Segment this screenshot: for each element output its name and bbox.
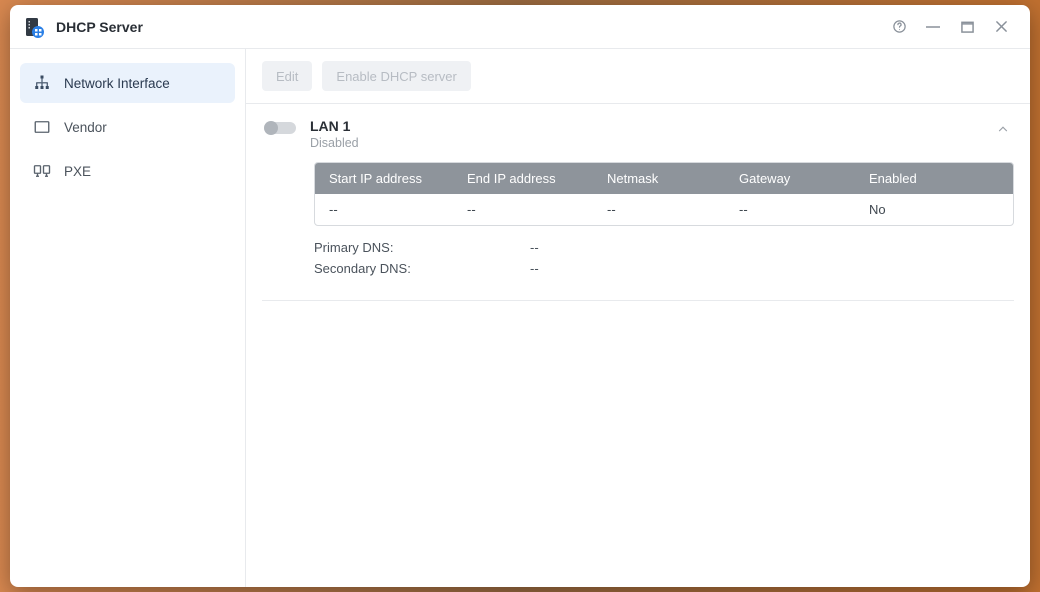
td-enabled: No: [855, 194, 1013, 225]
table-row[interactable]: -- -- -- -- No: [315, 194, 1013, 225]
chevron-up-icon: [996, 122, 1010, 136]
td-gateway: --: [725, 194, 855, 225]
th-end-ip: End IP address: [453, 163, 593, 194]
main-panel: Edit Enable DHCP server LAN 1 Disabled: [246, 49, 1030, 587]
sidebar-item-vendor[interactable]: Vendor: [20, 107, 235, 147]
interface-card-body: Start IP address End IP address Netmask …: [262, 162, 1014, 276]
collapse-toggle[interactable]: [992, 118, 1014, 143]
th-enabled: Enabled: [855, 163, 1013, 194]
dns-primary-value: --: [530, 240, 539, 255]
dns-primary-label: Primary DNS:: [314, 240, 530, 255]
sidebar: Network Interface Vendor: [10, 49, 246, 587]
interface-name: LAN 1: [310, 118, 978, 134]
help-button[interactable]: [882, 11, 916, 43]
ip-range-table: Start IP address End IP address Netmask …: [314, 162, 1014, 226]
close-button[interactable]: [984, 11, 1018, 43]
app-window: DHCP Server: [10, 5, 1030, 587]
minimize-button[interactable]: [916, 11, 950, 43]
enable-dhcp-button[interactable]: Enable DHCP server: [322, 61, 470, 91]
sidebar-item-pxe[interactable]: PXE: [20, 151, 235, 191]
app-icon: [24, 16, 46, 38]
th-start-ip: Start IP address: [315, 163, 453, 194]
td-end-ip: --: [453, 194, 593, 225]
toolbar: Edit Enable DHCP server: [246, 49, 1030, 104]
dns-block: Primary DNS: -- Secondary DNS: --: [314, 240, 1014, 276]
sidebar-item-label: PXE: [64, 164, 91, 179]
vendor-icon: [32, 117, 52, 137]
maximize-button[interactable]: [950, 11, 984, 43]
dns-secondary-row: Secondary DNS: --: [314, 261, 1014, 276]
network-interface-icon: [32, 73, 52, 93]
interface-card-header: LAN 1 Disabled: [262, 118, 1014, 162]
td-start-ip: --: [315, 194, 453, 225]
pxe-icon: [32, 161, 52, 181]
sidebar-item-label: Network Interface: [64, 76, 170, 91]
td-netmask: --: [593, 194, 725, 225]
window-title: DHCP Server: [56, 19, 143, 35]
sidebar-item-label: Vendor: [64, 120, 107, 135]
dns-secondary-label: Secondary DNS:: [314, 261, 530, 276]
titlebar: DHCP Server: [10, 5, 1030, 49]
interface-status: Disabled: [310, 136, 978, 150]
edit-button[interactable]: Edit: [262, 61, 312, 91]
th-netmask: Netmask: [593, 163, 725, 194]
sidebar-item-network-interface[interactable]: Network Interface: [20, 63, 235, 103]
interface-toggle[interactable]: [266, 122, 296, 134]
table-header-row: Start IP address End IP address Netmask …: [315, 163, 1013, 194]
interface-card: LAN 1 Disabled Start IP address End IP a…: [262, 104, 1014, 301]
table-body: -- -- -- -- No: [315, 194, 1013, 225]
th-gateway: Gateway: [725, 163, 855, 194]
dns-primary-row: Primary DNS: --: [314, 240, 1014, 255]
dns-secondary-value: --: [530, 261, 539, 276]
